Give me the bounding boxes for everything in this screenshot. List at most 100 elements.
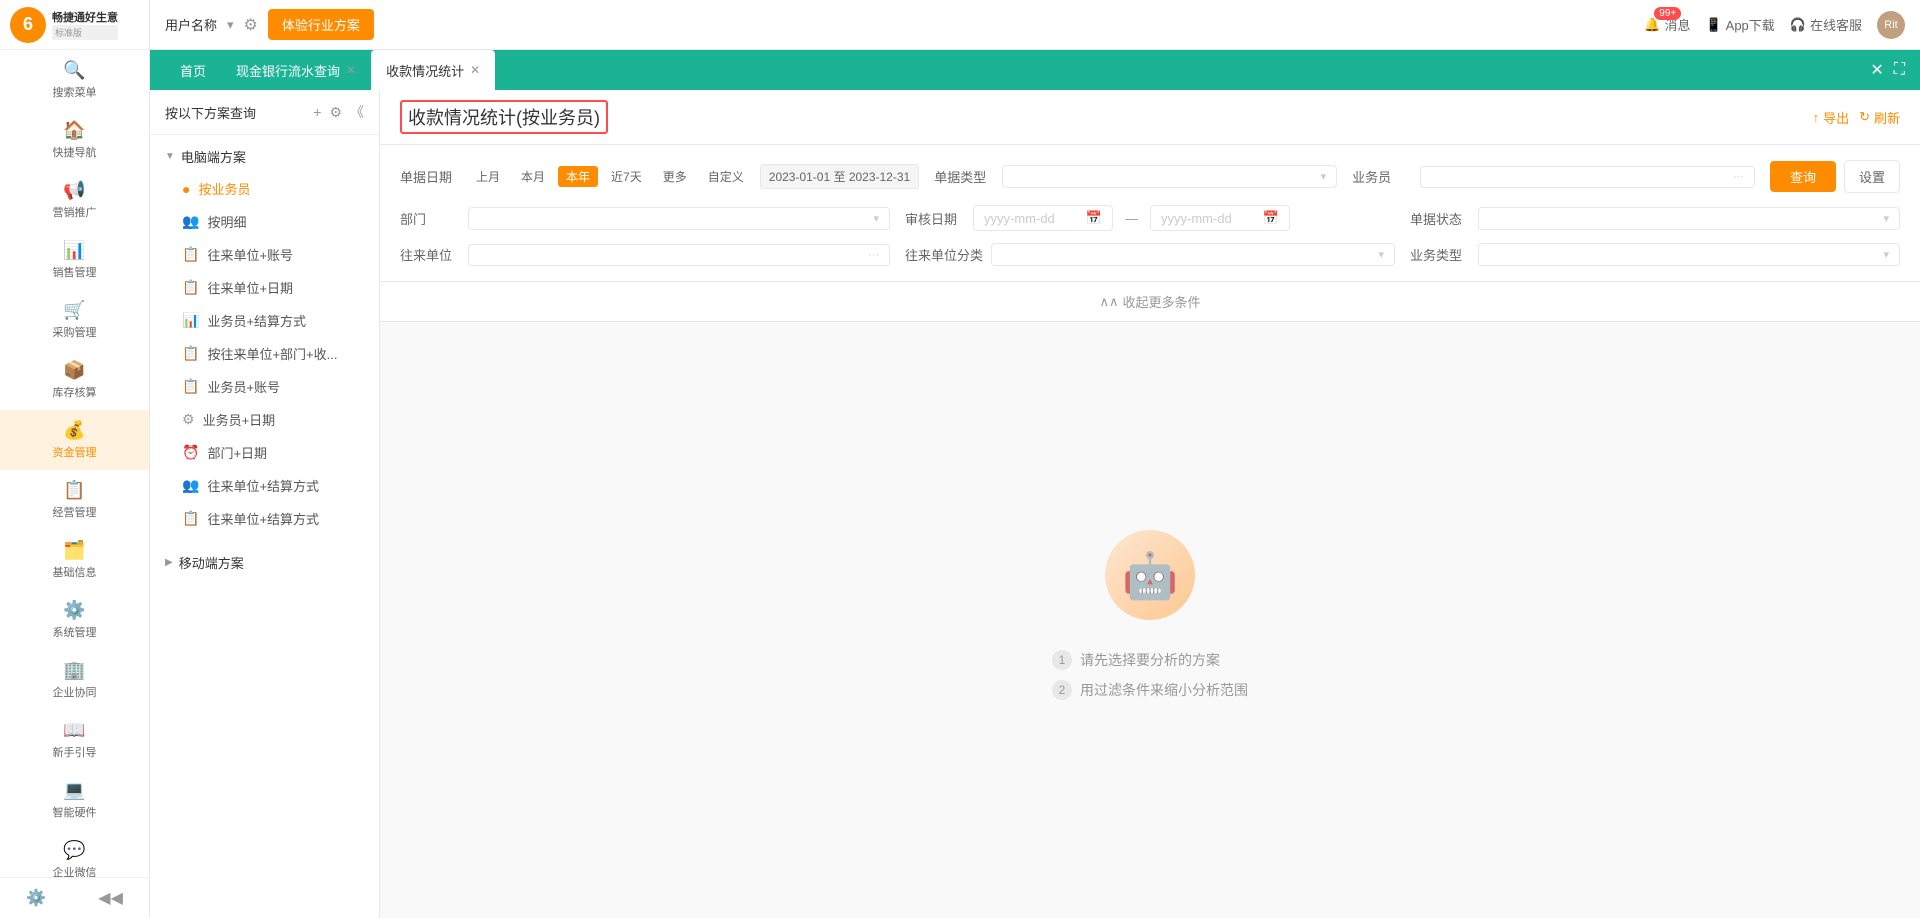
date-tab-this-year[interactable]: 本年 [558,166,598,187]
review-date-from[interactable]: yyyy-mm-dd 📅 [973,205,1113,231]
empty-state: 🤖 1 请先选择要分析的方案 2 用过滤条件来缩小分析范围 [380,322,1920,918]
date-tab-last-month[interactable]: 上月 [468,166,508,187]
main-area: 用户名称 ▾ ⚙ 体验行业方案 🔔 消息 99+ 📱 App下载 🎧 在线客服 … [150,0,1920,918]
sidebar-item-hardware[interactable]: 💻 智能硬件 [0,770,149,830]
tab-bank-close[interactable]: ✕ [346,63,356,77]
topbar-messages[interactable]: 🔔 消息 99+ [1644,15,1690,34]
tab-home-label: 首页 [180,61,206,80]
filter-row-3: 往来单位 ··· 往来单位分类 ▾ 业务 [400,243,1900,266]
tab-expand-button[interactable]: ⛶ [1894,60,1905,80]
sidebar-item-wechat[interactable]: 💬 企业微信 [0,830,149,877]
topbar-online-service[interactable]: 🎧 在线客服 [1790,15,1862,34]
date-tab-this-month[interactable]: 本月 [513,166,553,187]
topbar-avatar[interactable]: Rit [1877,11,1905,39]
gear-icon: ⚙️ [63,600,85,621]
scheme-item-unit-dept[interactable]: 📋 按往来单位+部门+收... [150,337,379,370]
topbar-username: 用户名称 [165,15,217,34]
dept-arrow: ▾ [873,212,879,225]
sidebar-footer: ⚙️ ◀◀ [0,877,149,918]
counterpart-select[interactable]: ··· [468,244,890,266]
counterpart-type-select[interactable]: ▾ [991,243,1395,266]
online-service-label: 在线客服 [1810,15,1862,34]
scheme-unit-date-label: 往来单位+日期 [207,278,293,297]
scheme-item-unit-settle1[interactable]: 👥 往来单位+结算方式 [150,469,379,502]
topbar-app-download[interactable]: 📱 App下载 [1705,15,1774,34]
scheme-unit-settle1-label: 往来单位+结算方式 [207,476,319,495]
sidebar-item-basic[interactable]: 🗂️ 基础信息 [0,530,149,590]
sidebar-item-label: 库存核算 [53,384,97,400]
sidebar-item-guide[interactable]: 📖 新手引导 [0,710,149,770]
scheme-settings-icon[interactable]: ⚙ [329,104,342,121]
scheme-item-detail[interactable]: 👥 按明细 [150,205,379,238]
sidebar-item-label: 基础信息 [53,564,97,580]
sidebar: 6 畅捷通好生意 标准版 🔍 搜索菜单 🏠 快捷导航 📢 营销推广 📊 销售管理… [0,0,150,918]
tab-close-all-button[interactable]: ✕ [1870,60,1883,80]
filter-dept-item: 部门 ▾ [400,207,890,230]
collapse-panel-icon[interactable]: 《 [350,102,364,122]
date-tab-custom[interactable]: 自定义 [700,166,752,187]
topbar-gear-icon[interactable]: ⚙ [244,15,258,35]
date-tab-more[interactable]: 更多 [655,166,695,187]
voucher-status-select[interactable]: ▾ [1478,207,1900,230]
mobile-scheme-group: ▶ 移动端方案 [150,541,379,584]
scheme-item-salesman-date[interactable]: ⚙ 业务员+日期 [150,403,379,436]
logo-text: 畅捷通好生意 标准版 [52,9,118,40]
topbar-right: 🔔 消息 99+ 📱 App下载 🎧 在线客服 Rit [1644,11,1905,39]
collapse-sidebar-icon[interactable]: ◀◀ [98,888,123,908]
app-download-label: App下载 [1726,15,1775,34]
page-title: 收款情况统计(按业务员) [408,108,600,128]
money-icon: 💰 [63,420,85,441]
tab-receipt[interactable]: 收款情况统计 ✕ [371,50,495,90]
scheme-unit-settle2-icon: 📋 [182,510,199,527]
sidebar-item-marketing[interactable]: 📢 营销推广 [0,170,149,230]
sidebar-item-corp[interactable]: 🏢 企业协同 [0,650,149,710]
dept-select[interactable]: ▾ [468,207,890,230]
biz-type-select[interactable]: ▾ [1478,243,1900,266]
scheme-unit-dept-icon: 📋 [182,345,199,362]
scheme-item-dept-date[interactable]: ⏰ 部门+日期 [150,436,379,469]
tab-home[interactable]: 首页 [165,50,221,90]
scheme-unit-settle1-icon: 👥 [182,477,199,494]
voucher-status-label: 单据状态 [1410,209,1470,228]
settings-button[interactable]: 设置 [1844,160,1900,193]
scheme-item-unit-account[interactable]: 📋 往来单位+账号 [150,238,379,271]
scheme-item-unit-date[interactable]: 📋 往来单位+日期 [150,271,379,304]
sidebar-nav: 🔍 搜索菜单 🏠 快捷导航 📢 营销推广 📊 销售管理 🛒 采购管理 📦 库存核… [0,50,149,877]
voucher-type-arrow: ▾ [1321,170,1327,183]
sidebar-item-quicknav[interactable]: 🏠 快捷导航 [0,110,149,170]
sidebar-item-search[interactable]: 🔍 搜索菜单 [0,50,149,110]
refresh-button[interactable]: ↻ 刷新 [1859,108,1900,127]
scheme-item-salesman-settle[interactable]: 📊 业务员+结算方式 [150,304,379,337]
sidebar-item-stock[interactable]: 📦 库存核算 [0,350,149,410]
topbar-dropdown-icon[interactable]: ▾ [227,17,234,33]
export-button[interactable]: ↑ 导出 [1813,108,1850,127]
tab-bank[interactable]: 现金银行流水查询 ✕ [221,50,371,90]
sidebar-item-system[interactable]: ⚙️ 系统管理 [0,590,149,650]
pc-scheme-group-title[interactable]: ▼ 电脑端方案 [150,141,379,172]
add-scheme-icon[interactable]: + [313,104,321,120]
topbar-cta-button[interactable]: 体验行业方案 [268,9,374,40]
review-date-to[interactable]: yyyy-mm-dd 📅 [1150,205,1290,231]
left-panel-header: 按以下方案查询 + ⚙ 《 [150,90,379,135]
salesman-select[interactable]: ··· [1420,166,1755,188]
collapse-bar[interactable]: ∧∧ 收起更多条件 [380,282,1920,322]
voucher-type-select[interactable]: ▾ [1002,165,1337,188]
query-button[interactable]: 查询 [1770,161,1836,192]
scheme-item-salesman-account[interactable]: 📋 业务员+账号 [150,370,379,403]
review-date-from-text: yyyy-mm-dd [984,211,1080,226]
settings-footer-icon[interactable]: ⚙️ [26,888,46,908]
tab-receipt-close[interactable]: ✕ [470,63,480,77]
sidebar-item-purchase[interactable]: 🛒 采购管理 [0,290,149,350]
empty-illustration: 🤖 [1105,530,1195,620]
sidebar-item-finance[interactable]: 💰 资金管理 [0,410,149,470]
mobile-scheme-group-title[interactable]: ▶ 移动端方案 [150,547,379,578]
date-tab-last7[interactable]: 近7天 [603,166,650,187]
sidebar-item-operation[interactable]: 📋 经营管理 [0,470,149,530]
sidebar-item-sales[interactable]: 📊 销售管理 [0,230,149,290]
page-header-actions: ↑ 导出 ↻ 刷新 [1813,108,1900,127]
filter-actions: 查询 设置 [1770,160,1900,193]
filter-salesman-item: 业务员 ··· [1352,166,1755,188]
scheme-item-salesman[interactable]: ● 按业务员 [150,172,379,205]
scheme-item-unit-settle2[interactable]: 📋 往来单位+结算方式 [150,502,379,535]
refresh-label: 刷新 [1874,108,1900,127]
